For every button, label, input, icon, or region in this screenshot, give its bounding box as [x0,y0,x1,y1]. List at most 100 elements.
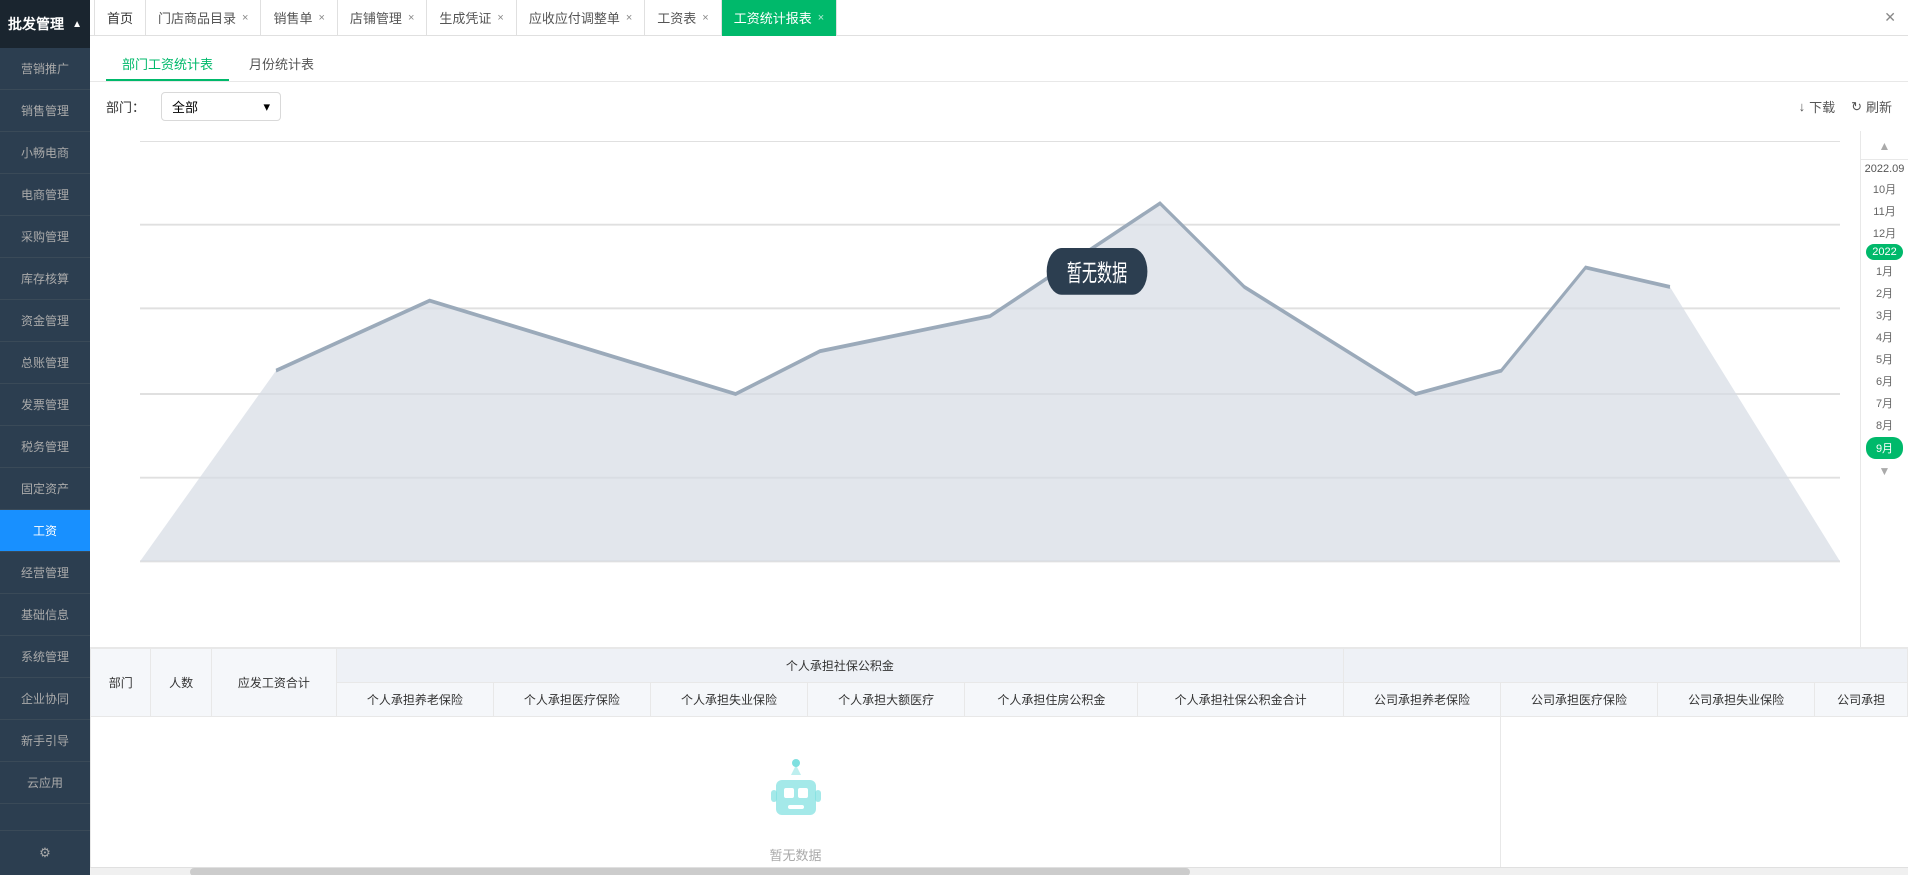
chart-area: 0 100 200 300 400 500 暂无数据 [90,131,1860,647]
tabbar-end: ✕ [1884,9,1904,26]
tab-label: 应收应付调整单 [529,8,620,27]
timeline-month-11[interactable]: 11月 [1861,200,1908,222]
tab-工资统计报表[interactable]: 工资统计报表× [722,0,837,36]
th-total-wage: 应发工资合计 [211,649,336,717]
tab-label: 销售单 [273,8,312,27]
tab-close-icon[interactable]: × [497,12,503,24]
tab-label: 生成凭证 [439,8,491,27]
tab-label: 门店商品目录 [158,8,236,27]
no-data-row: 暂无数据 [91,717,1501,868]
horizontal-scrollbar[interactable] [90,867,1908,875]
refresh-icon: ↻ [1851,99,1862,115]
tab-首页[interactable]: 首页 [94,0,146,36]
tab-店铺管理[interactable]: 店铺管理 × [338,0,427,36]
timeline-month-12[interactable]: 12月 [1861,222,1908,244]
timeline-year-2022: 2022 [1866,244,1902,260]
sub-tab-1[interactable]: 月份统计表 [233,48,330,81]
timeline-month-2[interactable]: 2月 [1861,282,1908,304]
th-personal-medical: 个人承担医疗保险 [493,683,650,717]
tab-生成凭证[interactable]: 生成凭证 × [427,0,516,36]
tab-close-icon[interactable]: × [818,12,824,24]
sidebar-item-电商管理[interactable]: 电商管理 [0,174,90,216]
timeline-month-7[interactable]: 7月 [1861,392,1908,414]
sidebar-item-资金管理[interactable]: 资金管理 [0,300,90,342]
tab-工资表[interactable]: 工资表 × [645,0,721,36]
sidebar-item-总账管理[interactable]: 总账管理 [0,342,90,384]
th-personal-insurance-group: 个人承担社保公积金 [336,649,1343,683]
sidebar-item-库存核算[interactable]: 库存核算 [0,258,90,300]
tab-label: 工资表 [657,8,696,27]
timeline-month-10[interactable]: 10月 [1861,178,1908,200]
sidebar-item-系统管理[interactable]: 系统管理 [0,636,90,678]
sidebar-item-税务管理[interactable]: 税务管理 [0,426,90,468]
sidebar-item-新手引导[interactable]: 新手引导 [0,720,90,762]
sidebar-item-营销推广[interactable]: 营销推广 [0,48,90,90]
th-company-unemployment: 公司承担失业保险 [1658,683,1815,717]
download-button[interactable]: ↓ 下载 [1799,97,1836,116]
sidebar-collapse-icon: ▲ [72,19,82,30]
sidebar-title: 批发管理 [8,14,64,34]
dept-select[interactable]: 全部 ▾ [161,92,281,121]
dept-dropdown-icon: ▾ [263,99,270,115]
refresh-button[interactable]: ↻ 刷新 [1851,97,1892,116]
tab-label: 店铺管理 [350,8,402,27]
data-table: 部门 人数 应发工资合计 个人承担社保公积金 个人承担养老保险 个人承担医疗保险… [90,648,1908,867]
th-personal-housing: 个人承担住房公积金 [965,683,1138,717]
tab-close-icon[interactable]: × [408,12,414,24]
tab-close-icon[interactable]: × [626,12,632,24]
sidebar-item-基础信息[interactable]: 基础信息 [0,594,90,636]
download-icon: ↓ [1799,99,1806,114]
window-close-icon[interactable]: ✕ [1884,9,1896,26]
scrollbar-thumb[interactable] [190,868,1190,875]
sidebar-item-发票管理[interactable]: 发票管理 [0,384,90,426]
timeline-month-6[interactable]: 6月 [1861,370,1908,392]
timeline-month-1[interactable]: 1月 [1861,260,1908,282]
th-personal-total: 个人承担社保公积金合计 [1138,683,1343,717]
sidebar: 批发管理 ▲ 营销推广销售管理小畅电商电商管理采购管理库存核算资金管理总账管理发… [0,0,90,875]
tab-销售单[interactable]: 销售单 × [261,0,337,36]
sidebar-item-小畅电商[interactable]: 小畅电商 [0,132,90,174]
timeline-year-label: 2022.09 [1861,159,1908,178]
sidebar-item-企业协同[interactable]: 企业协同 [0,678,90,720]
th-company-insurance-group [1343,649,1907,683]
sub-tab-0[interactable]: 部门工资统计表 [106,48,229,81]
th-company-other: 公司承担 [1815,683,1908,717]
timeline-sidebar: ▲ 2022.09 10月 11月 12月 2022 1月 2月 3月 4月 5… [1860,131,1908,647]
sidebar-item-销售管理[interactable]: 销售管理 [0,90,90,132]
tab-close-icon[interactable]: × [318,12,324,24]
sidebar-settings-icon[interactable]: ⚙ [0,830,90,875]
tab-close-icon[interactable]: × [702,12,708,24]
tab-close-icon[interactable]: × [242,12,248,24]
timeline-month-8[interactable]: 8月 [1861,414,1908,436]
th-count: 人数 [151,649,211,717]
table-section: 部门 人数 应发工资合计 个人承担社保公积金 个人承担养老保险 个人承担医疗保险… [90,647,1908,867]
content: 部门工资统计表月份统计表 部门： 全部 ▾ ↓ 下载 ↻ 刷新 [90,36,1908,875]
download-label: 下载 [1809,97,1835,116]
toolbar: 部门： 全部 ▾ ↓ 下载 ↻ 刷新 [90,82,1908,131]
dept-label: 部门： [106,97,145,116]
timeline-month-3[interactable]: 3月 [1861,304,1908,326]
dept-select-value: 全部 [172,97,198,116]
no-data-label: 暂无数据 [769,845,821,864]
sidebar-item-经营管理[interactable]: 经营管理 [0,552,90,594]
th-company-pension: 公司承担养老保险 [1343,683,1500,717]
sidebar-item-固定资产[interactable]: 固定资产 [0,468,90,510]
sidebar-header[interactable]: 批发管理 ▲ [0,0,90,48]
svg-text:暂无数据: 暂无数据 [1067,261,1127,287]
sidebar-item-云应用[interactable]: 云应用 [0,762,90,804]
timeline-month-5[interactable]: 5月 [1861,348,1908,370]
refresh-label: 刷新 [1866,97,1892,116]
sidebar-item-工资[interactable]: 工资 [0,510,90,552]
timeline-month-4[interactable]: 4月 [1861,326,1908,348]
sidebar-item-采购管理[interactable]: 采购管理 [0,216,90,258]
chart-svg: 0 100 200 300 400 500 暂无数据 [140,141,1840,647]
no-data-icon [756,755,836,835]
th-personal-unemployment: 个人承担失业保险 [650,683,807,717]
th-company-medical: 公司承担医疗保险 [1501,683,1658,717]
timeline-down-icon[interactable]: ▼ [1875,460,1895,482]
tab-应收应付调整单[interactable]: 应收应付调整单 × [517,0,645,36]
tab-门店商品目录[interactable]: 门店商品目录 × [146,0,261,36]
tab-label: 首页 [107,8,133,27]
timeline-month-9[interactable]: 9月 [1866,437,1904,459]
timeline-up-icon[interactable]: ▲ [1875,135,1895,157]
